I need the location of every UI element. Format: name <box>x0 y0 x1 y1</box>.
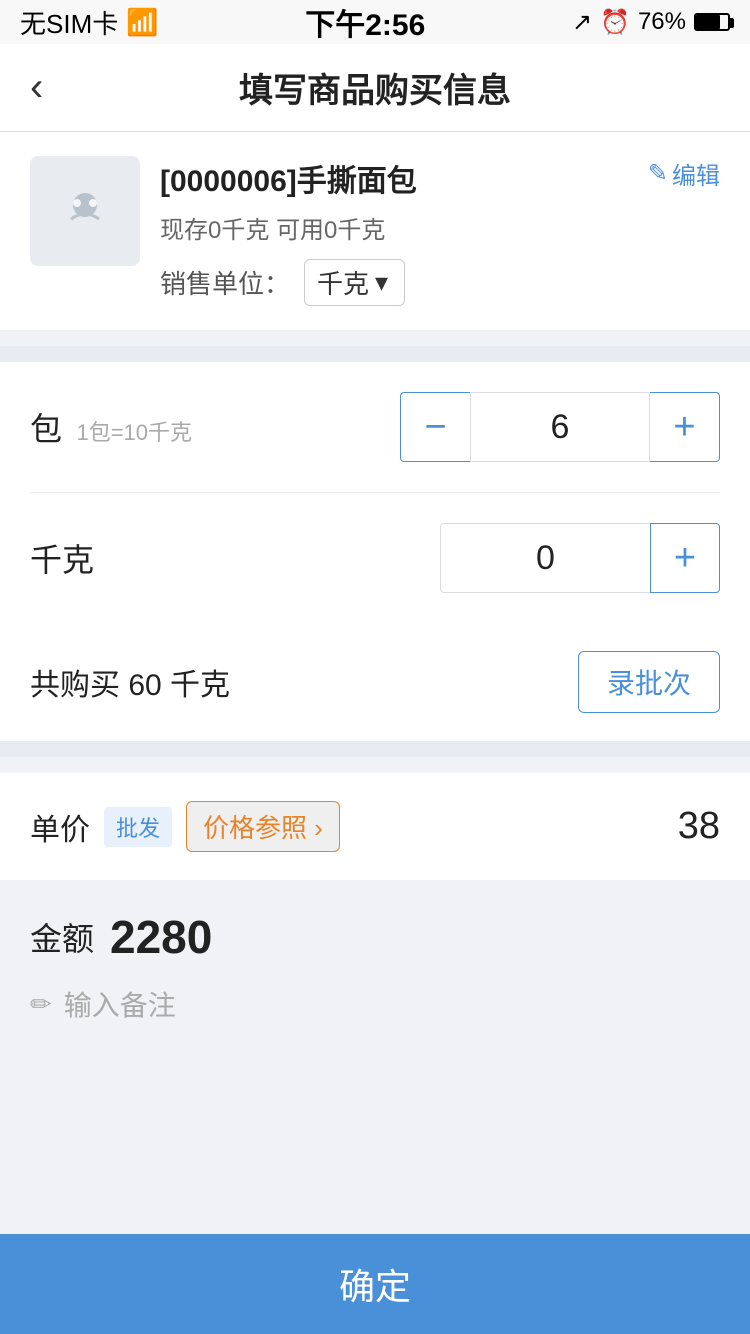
product-info: [0000006]手撕面包 ✎ 编辑 现存0千克 可用0千克 销售单位： 千克 … <box>160 156 720 306</box>
location-icon: ↗ <box>572 8 592 37</box>
status-left: 无SIM卡 📶 <box>20 4 159 41</box>
price-tag: 批发 <box>104 807 172 847</box>
amount-row: 金额 2280 <box>30 910 720 964</box>
pack-sub-label: 1包=10千克 <box>76 420 192 445</box>
kg-label: 千克 <box>30 535 94 581</box>
status-bar: 无SIM卡 📶 下午2:56 ↗ ⏰ 76% <box>0 0 750 44</box>
price-reference-button[interactable]: 价格参照 › <box>186 801 340 852</box>
kg-row: 千克 + <box>30 493 720 623</box>
pencil-icon: ✏ <box>30 989 52 1020</box>
amount-value: 2280 <box>110 910 212 964</box>
pack-plus-button[interactable]: + <box>650 392 720 462</box>
stock-info: 现存0千克 可用0千克 <box>160 210 720 245</box>
wifi-icon: 📶 <box>126 7 158 38</box>
pack-row: 包 1包=10千克 − + <box>30 362 720 493</box>
unit-row: 销售单位： 千克 ▾ <box>160 259 720 306</box>
status-time: 下午2:56 <box>305 0 425 44</box>
price-left: 单价 批发 价格参照 › <box>30 801 340 852</box>
remark-placeholder: 输入备注 <box>64 984 176 1024</box>
kg-stepper: + <box>440 523 720 593</box>
chevron-down-icon: ▾ <box>375 267 388 298</box>
product-card: [0000006]手撕面包 ✎ 编辑 现存0千克 可用0千克 销售单位： 千克 … <box>0 132 750 330</box>
battery-icon <box>694 13 730 31</box>
remark-row[interactable]: ✏ 输入备注 <box>30 984 720 1024</box>
amount-section: 金额 2280 ✏ 输入备注 <box>0 880 750 1044</box>
kg-quantity-input[interactable] <box>440 523 650 593</box>
product-name: [0000006]手撕面包 <box>160 156 417 200</box>
product-image <box>30 156 140 266</box>
carrier-label: 无SIM卡 <box>20 4 118 41</box>
section-divider-2 <box>0 741 750 757</box>
content-spacer <box>0 1044 750 1234</box>
kg-plus-button[interactable]: + <box>650 523 720 593</box>
amount-label: 金额 <box>30 914 94 960</box>
unit-value: 千克 <box>317 264 369 301</box>
alarm-icon: ⏰ <box>600 8 630 37</box>
summary-section: 共购买 60 千克 录批次 <box>0 623 750 741</box>
batch-button[interactable]: 录批次 <box>578 651 720 713</box>
page-title: 填写商品购买信息 <box>239 63 511 112</box>
section-divider-1 <box>0 346 750 362</box>
summary-text: 共购买 60 千克 <box>30 660 230 704</box>
back-button[interactable]: ‹ <box>30 65 43 110</box>
pack-quantity-input[interactable] <box>470 392 650 462</box>
pack-label: 包 <box>30 411 62 447</box>
confirm-button[interactable]: 确定 <box>0 1234 750 1334</box>
battery-label: 76% <box>638 8 686 36</box>
nav-bar: ‹ 填写商品购买信息 <box>0 44 750 132</box>
pack-minus-button[interactable]: − <box>400 392 470 462</box>
unit-select[interactable]: 千克 ▾ <box>304 259 405 306</box>
edit-icon: ✎ <box>648 159 668 188</box>
price-section: 单价 批发 价格参照 › 38 <box>0 773 750 880</box>
price-value: 38 <box>678 805 720 848</box>
pack-section: 包 1包=10千克 − + 千克 + <box>0 362 750 623</box>
status-right: ↗ ⏰ 76% <box>572 8 730 37</box>
pack-stepper: − + <box>400 392 720 462</box>
edit-button[interactable]: ✎ 编辑 <box>648 156 720 191</box>
price-label: 单价 <box>30 805 90 849</box>
pack-label-group: 包 1包=10千克 <box>30 404 192 450</box>
unit-label: 销售单位： <box>160 264 290 301</box>
